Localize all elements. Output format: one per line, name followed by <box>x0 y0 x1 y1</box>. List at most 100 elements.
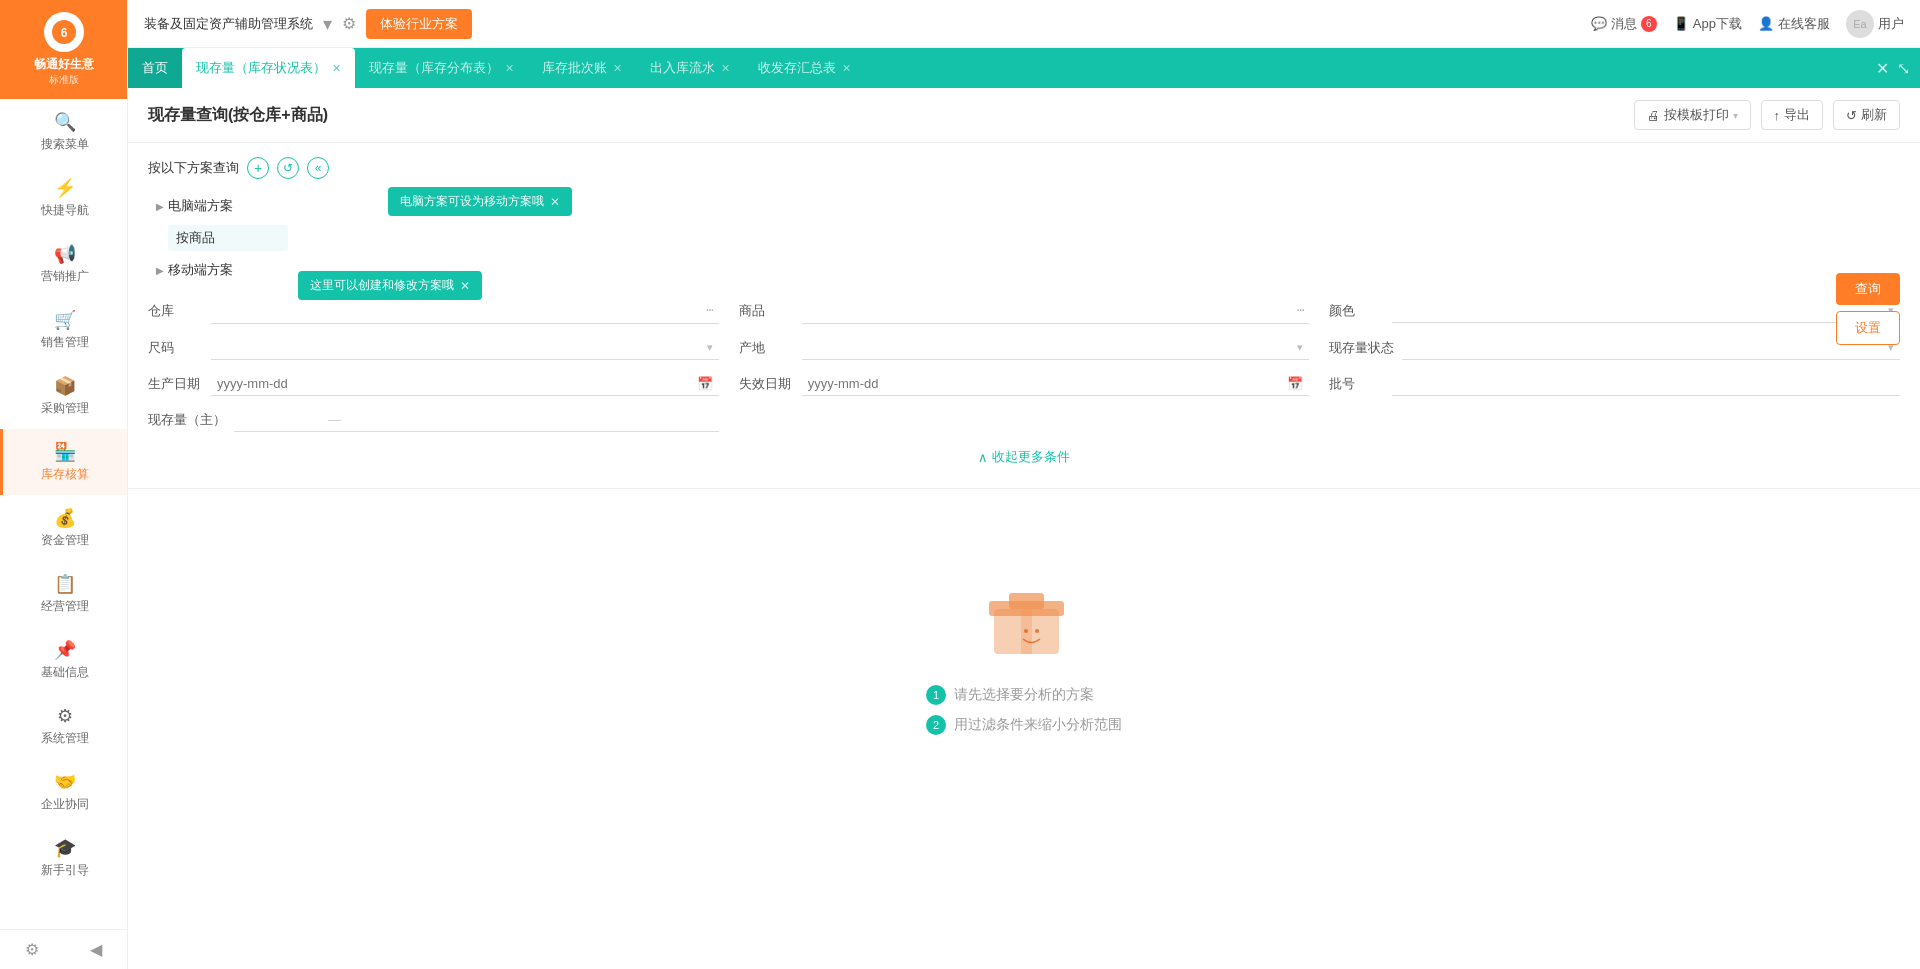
sidebar-logo: 6 畅通好生意 标准版 <box>0 0 127 99</box>
sidebar-item-operation[interactable]: 📋 经营管理 <box>0 561 127 627</box>
close-receive-summary-icon[interactable]: ✕ <box>842 62 851 75</box>
origin-label: 产地 <box>739 339 794 357</box>
product-input-wrap[interactable]: ··· <box>802 297 1310 324</box>
warehouse-input-wrap[interactable]: ··· <box>211 297 719 324</box>
close-inventory-dist-icon[interactable]: ✕ <box>505 62 514 75</box>
collapse-sidebar-icon[interactable]: ◀ <box>90 940 102 959</box>
pc-scheme-subitem-1[interactable]: 按商品 <box>168 225 288 251</box>
step-2-text: 用过滤条件来缩小分析范围 <box>954 716 1122 734</box>
finance-icon: 💰 <box>54 507 76 529</box>
dropdown-arrow-icon[interactable]: ▾ <box>323 13 332 35</box>
edit-tooltip-text: 这里可以创建和修改方案哦 <box>310 277 454 294</box>
phone-icon: 📱 <box>1673 16 1689 31</box>
stock-status-input-wrap[interactable]: ▾ <box>1402 336 1900 360</box>
export-label: 导出 <box>1784 106 1810 124</box>
sidebar-item-quick-nav[interactable]: ⚡ 快捷导航 <box>0 165 127 231</box>
settings-icon[interactable]: ⚙ <box>342 14 356 33</box>
collapse-row[interactable]: ∧ 收起更多条件 <box>148 440 1900 474</box>
empty-box-svg <box>969 569 1079 669</box>
page-title: 现存量查询(按仓库+商品) <box>148 105 328 126</box>
app-download-item[interactable]: 📱 App下载 <box>1673 15 1742 33</box>
color-input[interactable] <box>1398 303 1888 318</box>
export-btn[interactable]: ↑ 导出 <box>1761 100 1824 130</box>
produce-date-input-wrap[interactable]: 📅 <box>211 372 719 396</box>
sidebar-item-guide[interactable]: 🎓 新手引导 <box>0 825 127 891</box>
scheme-tooltip-close[interactable]: ✕ <box>550 195 560 209</box>
produce-date-input[interactable] <box>217 376 697 391</box>
reset-btn[interactable]: 设置 <box>1836 311 1900 345</box>
tab-inventory-status[interactable]: 现存量（库存状况表） ✕ <box>182 48 355 88</box>
inventory-dist-label: 现存量（库存分布表） <box>369 59 499 77</box>
message-icon: 💬 <box>1591 16 1607 31</box>
sidebar-item-label: 经营管理 <box>41 598 89 615</box>
tabs-close-all-icon[interactable]: ✕ <box>1876 59 1889 78</box>
page-header: 现存量查询(按仓库+商品) 🖨 按模板打印 ▾ ↑ 导出 ↺ 刷新 <box>128 88 1920 143</box>
quick-nav-icon: ⚡ <box>54 177 76 199</box>
search-btn[interactable]: 查询 <box>1836 273 1900 305</box>
product-input[interactable] <box>808 303 1296 318</box>
sidebar-item-basic-info[interactable]: 📌 基础信息 <box>0 627 127 693</box>
scheme-tooltip: 电脑方案可设为移动方案哦 ✕ <box>388 187 572 216</box>
range-dash: — <box>328 412 341 427</box>
collapse-up-icon: ∧ <box>978 450 988 465</box>
home-tab-label: 首页 <box>142 59 168 77</box>
system-title: 装备及固定资产辅助管理系统 <box>144 15 313 33</box>
filter-cell-stock-main: 现存量（主） — <box>148 408 719 432</box>
sidebar-item-enterprise[interactable]: 🤝 企业协同 <box>0 759 127 825</box>
online-service-item[interactable]: 👤 在线客服 <box>1758 15 1830 33</box>
filter-refresh-btn[interactable]: ↺ <box>277 157 299 179</box>
origin-input-wrap[interactable]: ▾ <box>802 336 1310 360</box>
pc-scheme-item[interactable]: ▶ 电脑端方案 <box>148 191 288 221</box>
sidebar-item-label: 资金管理 <box>41 532 89 549</box>
marketing-icon: 📢 <box>54 243 76 265</box>
sidebar-item-sales[interactable]: 🛒 销售管理 <box>0 297 127 363</box>
user-item[interactable]: Ea 用户 <box>1846 10 1904 38</box>
basic-info-icon: 📌 <box>54 639 76 661</box>
print-btn[interactable]: 🖨 按模板打印 ▾ <box>1634 100 1751 130</box>
message-item[interactable]: 💬 消息 6 <box>1591 15 1657 33</box>
expire-date-label: 失效日期 <box>739 375 794 393</box>
size-input[interactable] <box>217 340 707 355</box>
expire-date-calendar-icon[interactable]: 📅 <box>1287 376 1303 391</box>
sidebar-item-finance[interactable]: 💰 资金管理 <box>0 495 127 561</box>
search-btn-group: 查询 设置 <box>1836 273 1900 345</box>
stock-main-label: 现存量（主） <box>148 411 226 429</box>
size-input-wrap[interactable]: ▾ <box>211 336 719 360</box>
stock-status-input[interactable] <box>1408 340 1888 355</box>
color-input-wrap[interactable]: ▾ <box>1392 299 1900 323</box>
batch-input-wrap[interactable] <box>1392 372 1900 396</box>
close-inventory-batch-icon[interactable]: ✕ <box>613 62 622 75</box>
expire-date-input[interactable] <box>808 376 1288 391</box>
refresh-btn[interactable]: ↺ 刷新 <box>1833 100 1900 130</box>
produce-date-calendar-icon[interactable]: 📅 <box>697 376 713 391</box>
experience-btn[interactable]: 体验行业方案 <box>366 9 472 39</box>
filter-cell-product: 商品 ··· <box>739 297 1310 324</box>
filter-back-btn[interactable]: « <box>307 157 329 179</box>
edit-tooltip-close[interactable]: ✕ <box>460 279 470 293</box>
tab-receive-summary[interactable]: 收发存汇总表 ✕ <box>744 48 865 88</box>
warehouse-input[interactable] <box>217 303 705 318</box>
tabs-expand-icon[interactable]: ⤡ <box>1897 59 1910 78</box>
tab-home[interactable]: 首页 <box>128 48 182 88</box>
mobile-scheme-item[interactable]: ▶ 移动端方案 <box>148 255 288 285</box>
sidebar-item-purchase[interactable]: 📦 采购管理 <box>0 363 127 429</box>
tab-inventory-batch[interactable]: 库存批次账 ✕ <box>528 48 636 88</box>
chevron-right-icon: ▶ <box>156 201 164 212</box>
sidebar-item-inventory[interactable]: 🏪 库存核算 <box>0 429 127 495</box>
origin-input[interactable] <box>808 340 1298 355</box>
close-inventory-status-icon[interactable]: ✕ <box>332 62 341 75</box>
tab-in-out-flow[interactable]: 出入库流水 ✕ <box>636 48 744 88</box>
chevron-right-icon2: ▶ <box>156 265 164 276</box>
sidebar-item-search-menu[interactable]: 🔍 搜索菜单 <box>0 99 127 165</box>
filter-cell-size: 尺码 ▾ <box>148 336 719 360</box>
settings-bottom-icon[interactable]: ⚙ <box>25 940 39 959</box>
tab-inventory-dist[interactable]: 现存量（库存分布表） ✕ <box>355 48 528 88</box>
close-in-out-flow-icon[interactable]: ✕ <box>721 62 730 75</box>
collapse-label: 收起更多条件 <box>992 448 1070 466</box>
sidebar-item-marketing[interactable]: 📢 营销推广 <box>0 231 127 297</box>
stock-main-from[interactable] <box>240 412 320 427</box>
sidebar-item-system[interactable]: ⚙ 系统管理 <box>0 693 127 759</box>
expire-date-input-wrap[interactable]: 📅 <box>802 372 1310 396</box>
batch-input[interactable] <box>1398 376 1894 391</box>
filter-add-btn[interactable]: + <box>247 157 269 179</box>
